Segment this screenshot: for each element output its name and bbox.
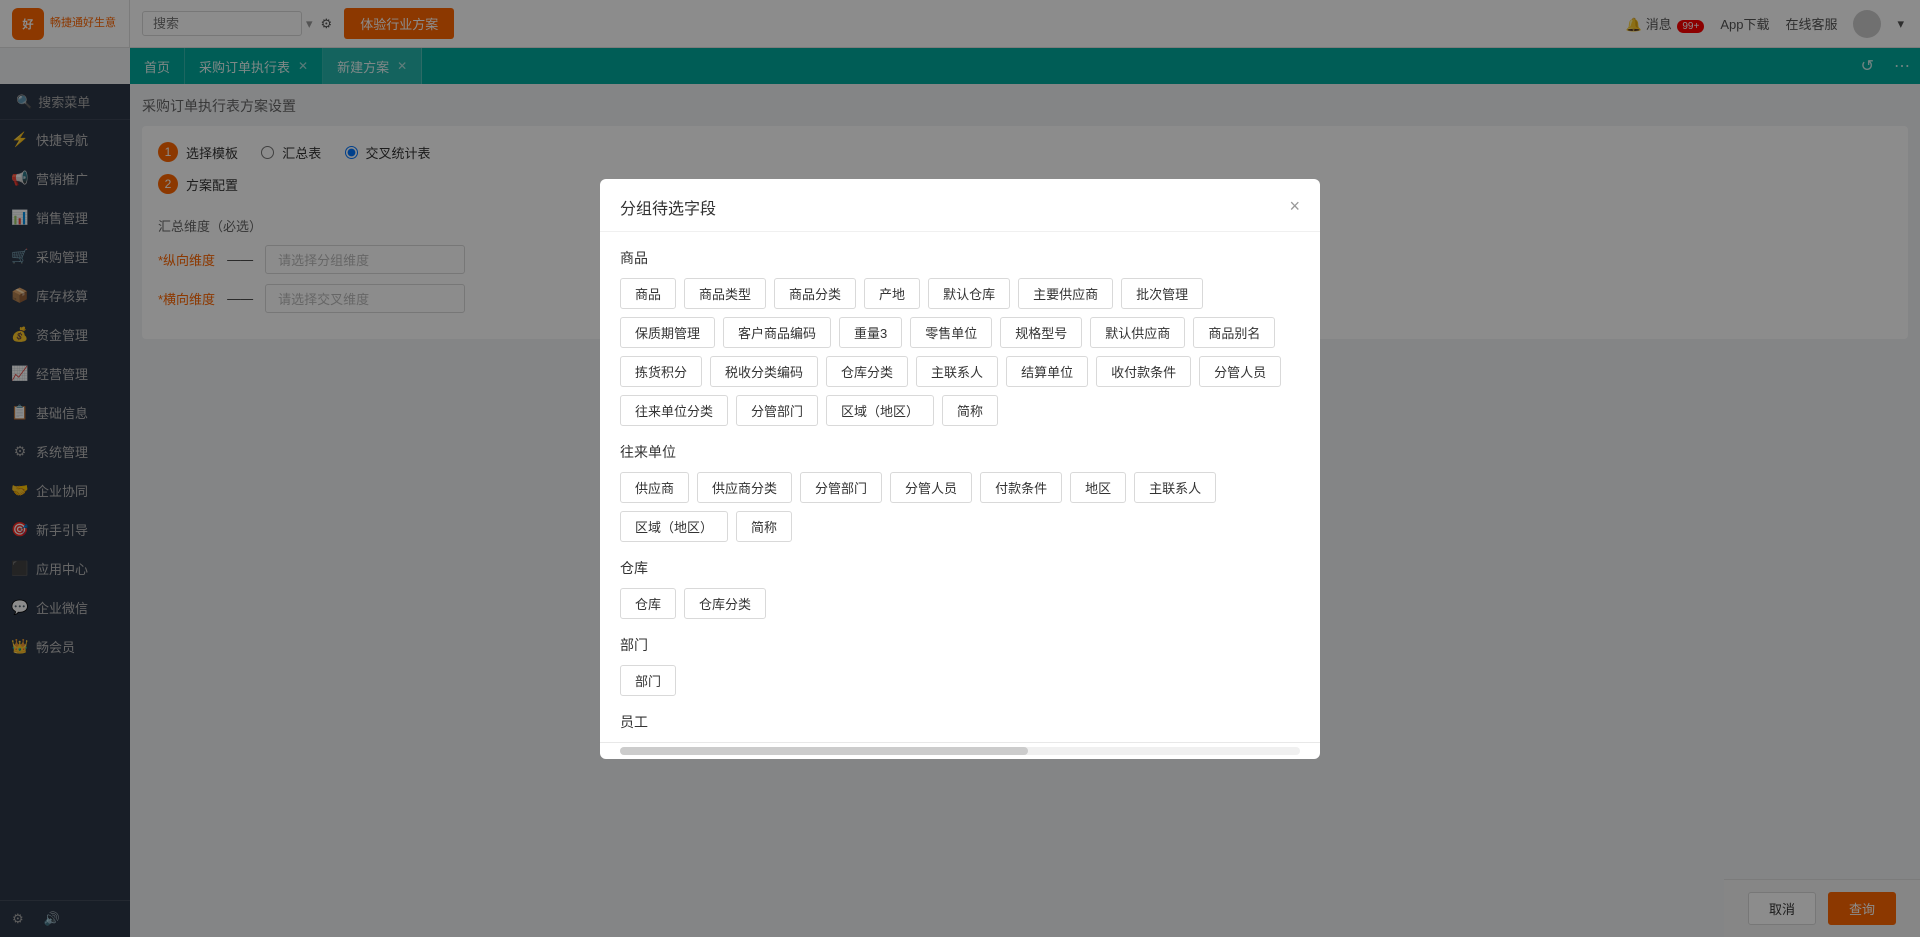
field-tag[interactable]: 分管人员 [890,472,972,503]
field-tag[interactable]: 供应商分类 [697,472,792,503]
field-tag[interactable]: 地区 [1070,472,1126,503]
field-tag[interactable]: 分管部门 [736,395,818,426]
hscroll-bar[interactable] [620,747,1300,755]
field-tag[interactable]: 收付款条件 [1096,356,1191,387]
modal-header: 分组待选字段 × [600,179,1320,232]
field-tag[interactable]: 结算单位 [1006,356,1088,387]
field-tag[interactable]: 主联系人 [916,356,998,387]
field-tag[interactable]: 商品类型 [684,278,766,309]
hscroll-thumb [620,747,1028,755]
field-tag[interactable]: 商品 [620,278,676,309]
field-tag[interactable]: 分管人员 [1199,356,1281,387]
field-tag[interactable]: 往来单位分类 [620,395,728,426]
field-tag[interactable]: 拣货积分 [620,356,702,387]
field-tag[interactable]: 主联系人 [1134,472,1216,503]
modal-overlay: 分组待选字段 × 商品商品商品类型商品分类产地默认仓库主要供应商批次管理保质期管… [0,0,1920,937]
tag-list-部门: 部门 [620,665,1300,696]
field-tag[interactable]: 商品分类 [774,278,856,309]
field-tag[interactable]: 简称 [736,511,792,542]
field-tag[interactable]: 税收分类编码 [710,356,818,387]
section-title-仓库: 仓库 [620,558,1300,578]
field-tag[interactable]: 默认供应商 [1090,317,1185,348]
field-tag[interactable]: 产地 [864,278,920,309]
field-tag[interactable]: 仓库分类 [684,588,766,619]
field-tag[interactable]: 默认仓库 [928,278,1010,309]
field-tag[interactable]: 规格型号 [1000,317,1082,348]
field-tag[interactable]: 仓库分类 [826,356,908,387]
tag-list-商品: 商品商品类型商品分类产地默认仓库主要供应商批次管理保质期管理客户商品编码重量3 零… [620,278,1300,426]
field-tag[interactable]: 主要供应商 [1018,278,1113,309]
section-title-部门: 部门 [620,635,1300,655]
field-tag[interactable]: 区域（地区） [826,395,934,426]
field-tag[interactable]: 分管部门 [800,472,882,503]
field-tag[interactable]: 简称 [942,395,998,426]
field-tag[interactable]: 仓库 [620,588,676,619]
modal-hscroll [600,742,1320,759]
section-title-员工: 员工 [620,712,1300,732]
section-title-往来单位: 往来单位 [620,442,1300,462]
field-tag[interactable]: 付款条件 [980,472,1062,503]
modal-title: 分组待选字段 [620,195,716,219]
field-tag[interactable]: 客户商品编码 [723,317,831,348]
tag-list-仓库: 仓库仓库分类 [620,588,1300,619]
section-title-商品: 商品 [620,248,1300,268]
modal-close-btn[interactable]: × [1289,196,1300,217]
field-tag[interactable]: 重量3 [839,317,902,348]
field-tag[interactable]: 零售单位 [910,317,992,348]
tag-list-往来单位: 供应商供应商分类分管部门分管人员付款条件地区主联系人区域（地区） 简称 [620,472,1300,542]
modal: 分组待选字段 × 商品商品商品类型商品分类产地默认仓库主要供应商批次管理保质期管… [600,179,1320,759]
field-tag[interactable]: 商品别名 [1193,317,1275,348]
modal-body: 商品商品商品类型商品分类产地默认仓库主要供应商批次管理保质期管理客户商品编码重量… [600,232,1320,742]
field-tag[interactable]: 部门 [620,665,676,696]
field-tag[interactable]: 区域（地区） [620,511,728,542]
field-tag[interactable]: 批次管理 [1121,278,1203,309]
field-tag[interactable]: 保质期管理 [620,317,715,348]
field-tag[interactable]: 供应商 [620,472,689,503]
